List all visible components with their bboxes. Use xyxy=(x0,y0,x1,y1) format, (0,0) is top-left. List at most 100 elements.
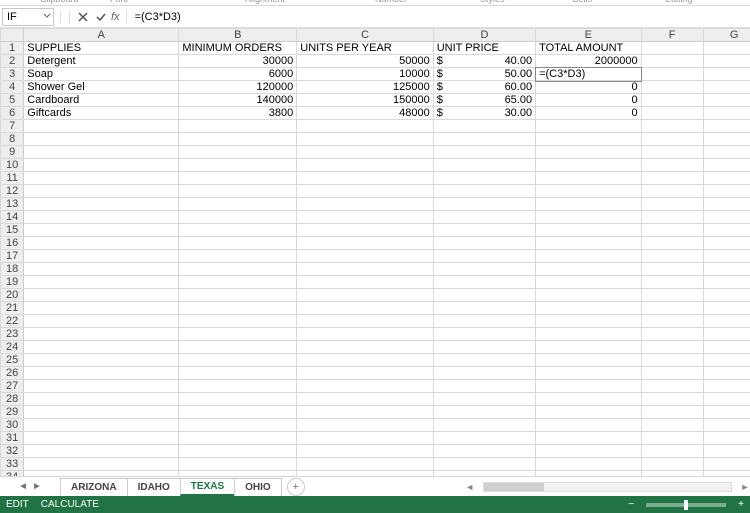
cell[interactable] xyxy=(297,471,433,477)
cell[interactable]: UNITS PER YEAR xyxy=(297,42,433,55)
cell[interactable] xyxy=(179,445,297,458)
cell[interactable] xyxy=(703,367,750,380)
cell[interactable] xyxy=(179,367,297,380)
cell[interactable] xyxy=(641,237,703,250)
cell[interactable] xyxy=(433,471,535,477)
cell[interactable] xyxy=(536,237,641,250)
cell[interactable] xyxy=(24,328,179,341)
cell[interactable] xyxy=(24,289,179,302)
cell[interactable] xyxy=(433,354,535,367)
cell[interactable] xyxy=(641,341,703,354)
cell[interactable]: 150000 xyxy=(297,94,433,107)
formula-input[interactable] xyxy=(131,8,750,26)
cell[interactable] xyxy=(703,445,750,458)
cell[interactable] xyxy=(703,81,750,94)
cell[interactable] xyxy=(24,315,179,328)
cell-editing[interactable]: =(C3*D3) xyxy=(536,68,641,81)
row-header[interactable]: 18 xyxy=(1,263,24,276)
cell[interactable] xyxy=(297,393,433,406)
cell[interactable]: $65.00 xyxy=(433,94,535,107)
cell[interactable] xyxy=(703,68,750,81)
cell[interactable] xyxy=(703,354,750,367)
cell[interactable]: 50000 xyxy=(297,55,433,68)
cell[interactable] xyxy=(641,120,703,133)
cell[interactable]: UNIT PRICE xyxy=(433,42,535,55)
cell[interactable] xyxy=(24,172,179,185)
cell[interactable] xyxy=(179,133,297,146)
cell[interactable] xyxy=(24,211,179,224)
cell[interactable] xyxy=(179,120,297,133)
cell[interactable] xyxy=(536,445,641,458)
row-header[interactable]: 7 xyxy=(1,120,24,133)
row-header[interactable]: 2 xyxy=(1,55,24,68)
row-header[interactable]: 16 xyxy=(1,237,24,250)
col-header[interactable]: F xyxy=(641,29,703,42)
cell[interactable] xyxy=(433,380,535,393)
row-header[interactable]: 13 xyxy=(1,198,24,211)
select-all-corner[interactable] xyxy=(1,29,24,42)
cell[interactable] xyxy=(703,276,750,289)
row-header[interactable]: 30 xyxy=(1,419,24,432)
sheet-tab-texas[interactable]: TEXAS xyxy=(180,478,235,496)
cell[interactable] xyxy=(641,198,703,211)
cell[interactable] xyxy=(641,263,703,276)
cell[interactable] xyxy=(433,302,535,315)
cell[interactable] xyxy=(297,237,433,250)
cell[interactable] xyxy=(536,211,641,224)
cell[interactable] xyxy=(641,458,703,471)
cell[interactable] xyxy=(536,341,641,354)
cell[interactable] xyxy=(703,250,750,263)
cell[interactable] xyxy=(433,185,535,198)
cell[interactable]: 2000000 xyxy=(536,55,641,68)
row-header[interactable]: 32 xyxy=(1,445,24,458)
cell[interactable] xyxy=(179,224,297,237)
cell[interactable] xyxy=(536,406,641,419)
cell[interactable] xyxy=(536,367,641,380)
cell[interactable]: 125000 xyxy=(297,81,433,94)
cell[interactable] xyxy=(297,133,433,146)
cell[interactable] xyxy=(536,159,641,172)
cell[interactable] xyxy=(536,120,641,133)
cell[interactable] xyxy=(703,315,750,328)
cell[interactable] xyxy=(641,276,703,289)
cell[interactable] xyxy=(433,237,535,250)
cell[interactable] xyxy=(179,302,297,315)
col-header[interactable]: G xyxy=(703,29,750,42)
cell[interactable] xyxy=(297,328,433,341)
cell[interactable] xyxy=(24,302,179,315)
cell[interactable] xyxy=(24,120,179,133)
cell[interactable] xyxy=(703,380,750,393)
row-header[interactable]: 20 xyxy=(1,289,24,302)
hscroll-right-icon[interactable]: ► xyxy=(740,482,750,492)
row-header[interactable]: 21 xyxy=(1,302,24,315)
cell[interactable] xyxy=(641,159,703,172)
cell[interactable] xyxy=(641,445,703,458)
cell[interactable]: 48000 xyxy=(297,107,433,120)
cell[interactable] xyxy=(536,263,641,276)
cell[interactable] xyxy=(433,276,535,289)
cell[interactable] xyxy=(297,367,433,380)
cell[interactable] xyxy=(703,458,750,471)
row-header[interactable]: 33 xyxy=(1,458,24,471)
cell[interactable] xyxy=(641,302,703,315)
col-header[interactable]: B xyxy=(179,29,297,42)
cell[interactable] xyxy=(24,250,179,263)
cell[interactable] xyxy=(536,328,641,341)
cell[interactable]: 30000 xyxy=(179,55,297,68)
cell[interactable] xyxy=(536,315,641,328)
cell[interactable] xyxy=(703,224,750,237)
cell[interactable] xyxy=(24,341,179,354)
col-header[interactable]: C xyxy=(297,29,433,42)
row-header[interactable]: 24 xyxy=(1,341,24,354)
row-header[interactable]: 8 xyxy=(1,133,24,146)
cell[interactable] xyxy=(641,146,703,159)
cell[interactable] xyxy=(703,146,750,159)
cell[interactable] xyxy=(641,107,703,120)
cell[interactable] xyxy=(703,471,750,477)
cell[interactable] xyxy=(703,211,750,224)
cell[interactable] xyxy=(433,419,535,432)
cell[interactable] xyxy=(24,224,179,237)
cell[interactable] xyxy=(297,211,433,224)
cell[interactable] xyxy=(297,315,433,328)
cell[interactable] xyxy=(297,406,433,419)
